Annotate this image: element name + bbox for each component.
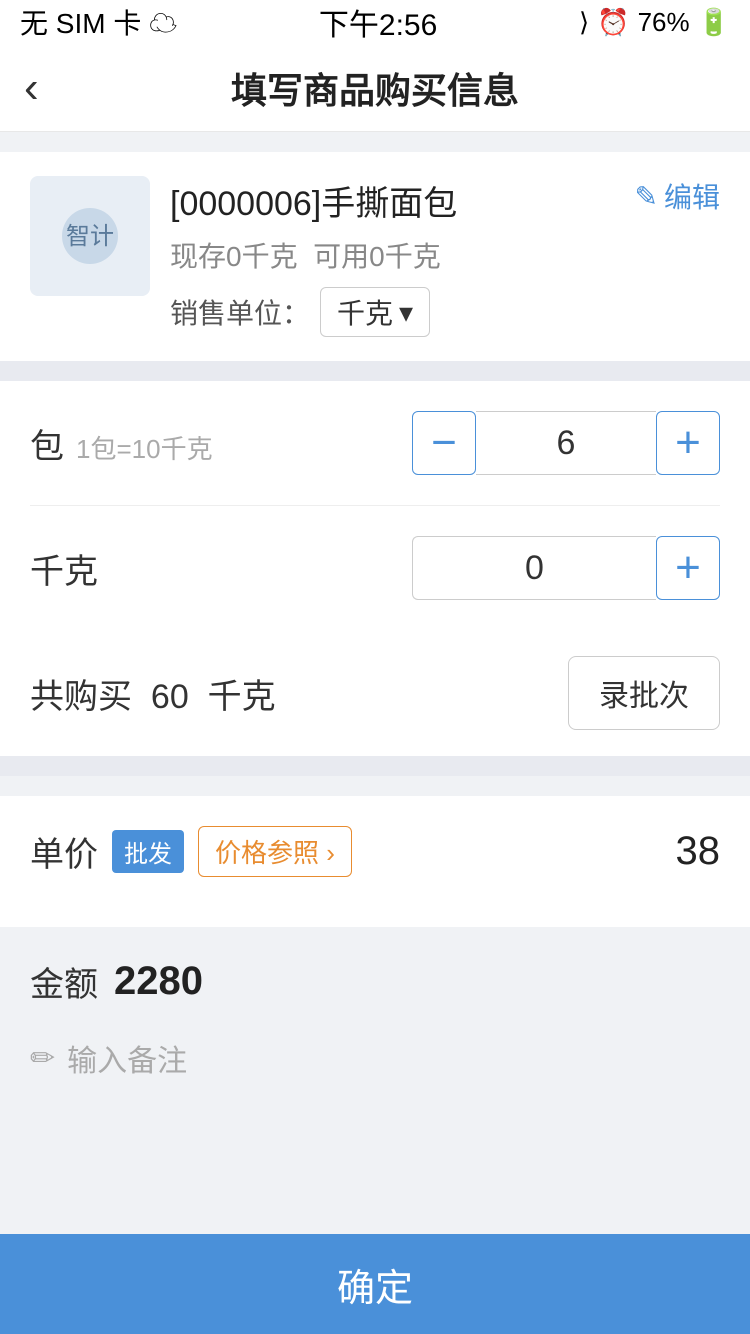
- product-id: [0000006]: [170, 185, 321, 223]
- kg-label: 千克: [30, 544, 98, 593]
- bag-label-text: 包: [30, 419, 64, 468]
- sim-status: 无 SIM 卡 ☁: [20, 2, 177, 42]
- back-button[interactable]: ‹: [24, 66, 39, 110]
- kg-qty-control: +: [412, 536, 720, 600]
- location-icon: ⟩: [579, 7, 589, 38]
- battery-icon: 🔋: [698, 7, 730, 38]
- bag-label: 包 1包=10千克: [30, 419, 213, 468]
- svg-text:智计: 智计: [66, 223, 114, 250]
- product-logo-icon: 智计: [60, 206, 120, 266]
- amount-row: 金额 2280: [30, 957, 720, 1006]
- status-left: 无 SIM 卡 ☁: [20, 2, 177, 42]
- section-divider-1: [0, 361, 750, 381]
- alarm-icon: ⏰: [597, 7, 629, 38]
- kg-label-text: 千克: [30, 544, 98, 593]
- bottom-spacer: [0, 1110, 750, 1230]
- price-row: 单价 批发 价格参照 › 38: [30, 826, 720, 877]
- bag-plus-button[interactable]: +: [656, 411, 720, 475]
- amount-label: 金额: [30, 957, 98, 1006]
- total-text: 共购买 60 千克: [30, 669, 276, 718]
- price-type-badge: 批发: [112, 830, 184, 873]
- product-unit-row: 销售单位： 千克 ▾: [170, 287, 720, 337]
- bag-input-row: 包 1包=10千克 − +: [30, 381, 720, 506]
- amount-value: 2280: [114, 959, 203, 1004]
- kg-input-row: 千克 +: [30, 506, 720, 630]
- stock-current: 现存0千克: [170, 241, 298, 272]
- input-section: 包 1包=10千克 − + 千克 +: [0, 381, 750, 630]
- remark-row[interactable]: ✏ 输入备注: [30, 1026, 720, 1090]
- remark-placeholder: 输入备注: [67, 1036, 187, 1080]
- nav-bar: ‹ 填写商品购买信息: [0, 44, 750, 132]
- price-label: 单价 批发 价格参照 ›: [30, 826, 352, 877]
- product-stock: 现存0千克 可用0千克: [170, 235, 720, 275]
- price-ref-label: 价格参照 ›: [215, 833, 335, 870]
- status-right: ⟩ ⏰ 76% 🔋: [579, 7, 730, 38]
- unit-label: 销售单位：: [170, 292, 310, 332]
- status-time: 下午2:56: [319, 0, 437, 44]
- bag-qty-control: − +: [412, 411, 720, 475]
- edit-button[interactable]: ✎ 编辑: [635, 176, 720, 216]
- edit-label: 编辑: [664, 176, 720, 216]
- kg-plus-button[interactable]: +: [656, 536, 720, 600]
- amount-section: 金额 2280 ✏ 输入备注: [0, 927, 750, 1110]
- status-bar: 无 SIM 卡 ☁ 下午2:56 ⟩ ⏰ 76% 🔋: [0, 0, 750, 44]
- total-unit: 千克: [208, 678, 276, 716]
- price-section: 单价 批发 价格参照 › 38: [0, 796, 750, 927]
- pencil-icon: ✏: [30, 1041, 55, 1076]
- confirm-button[interactable]: 确定: [0, 1234, 750, 1334]
- unit-chevron-icon: ▾: [399, 296, 413, 329]
- kg-qty-input[interactable]: [412, 536, 656, 600]
- battery-status: 76%: [638, 7, 690, 38]
- price-label-text: 单价: [30, 827, 98, 876]
- price-value[interactable]: 38: [676, 829, 721, 874]
- edit-icon: ✎: [635, 180, 658, 213]
- section-divider-2: [0, 756, 750, 776]
- product-image: 智计: [30, 176, 150, 296]
- total-label: 共购买: [30, 678, 132, 716]
- unit-value: 千克: [337, 292, 393, 332]
- batch-button[interactable]: 录批次: [568, 656, 720, 730]
- total-amount: 60: [151, 678, 189, 716]
- total-row: 共购买 60 千克 录批次: [0, 630, 750, 756]
- page-title: 填写商品购买信息: [231, 62, 519, 114]
- unit-select[interactable]: 千克 ▾: [320, 287, 430, 337]
- product-title: 手撕面包: [321, 185, 457, 223]
- stock-available: 可用0千克: [313, 241, 441, 272]
- bag-qty-input[interactable]: [476, 411, 656, 475]
- bag-minus-button[interactable]: −: [412, 411, 476, 475]
- bag-sublabel: 1包=10千克: [76, 429, 213, 466]
- price-ref-button[interactable]: 价格参照 ›: [198, 826, 352, 877]
- product-card: 智计 [0000006]手撕面包 现存0千克 可用0千克 销售单位： 千克 ▾ …: [0, 152, 750, 361]
